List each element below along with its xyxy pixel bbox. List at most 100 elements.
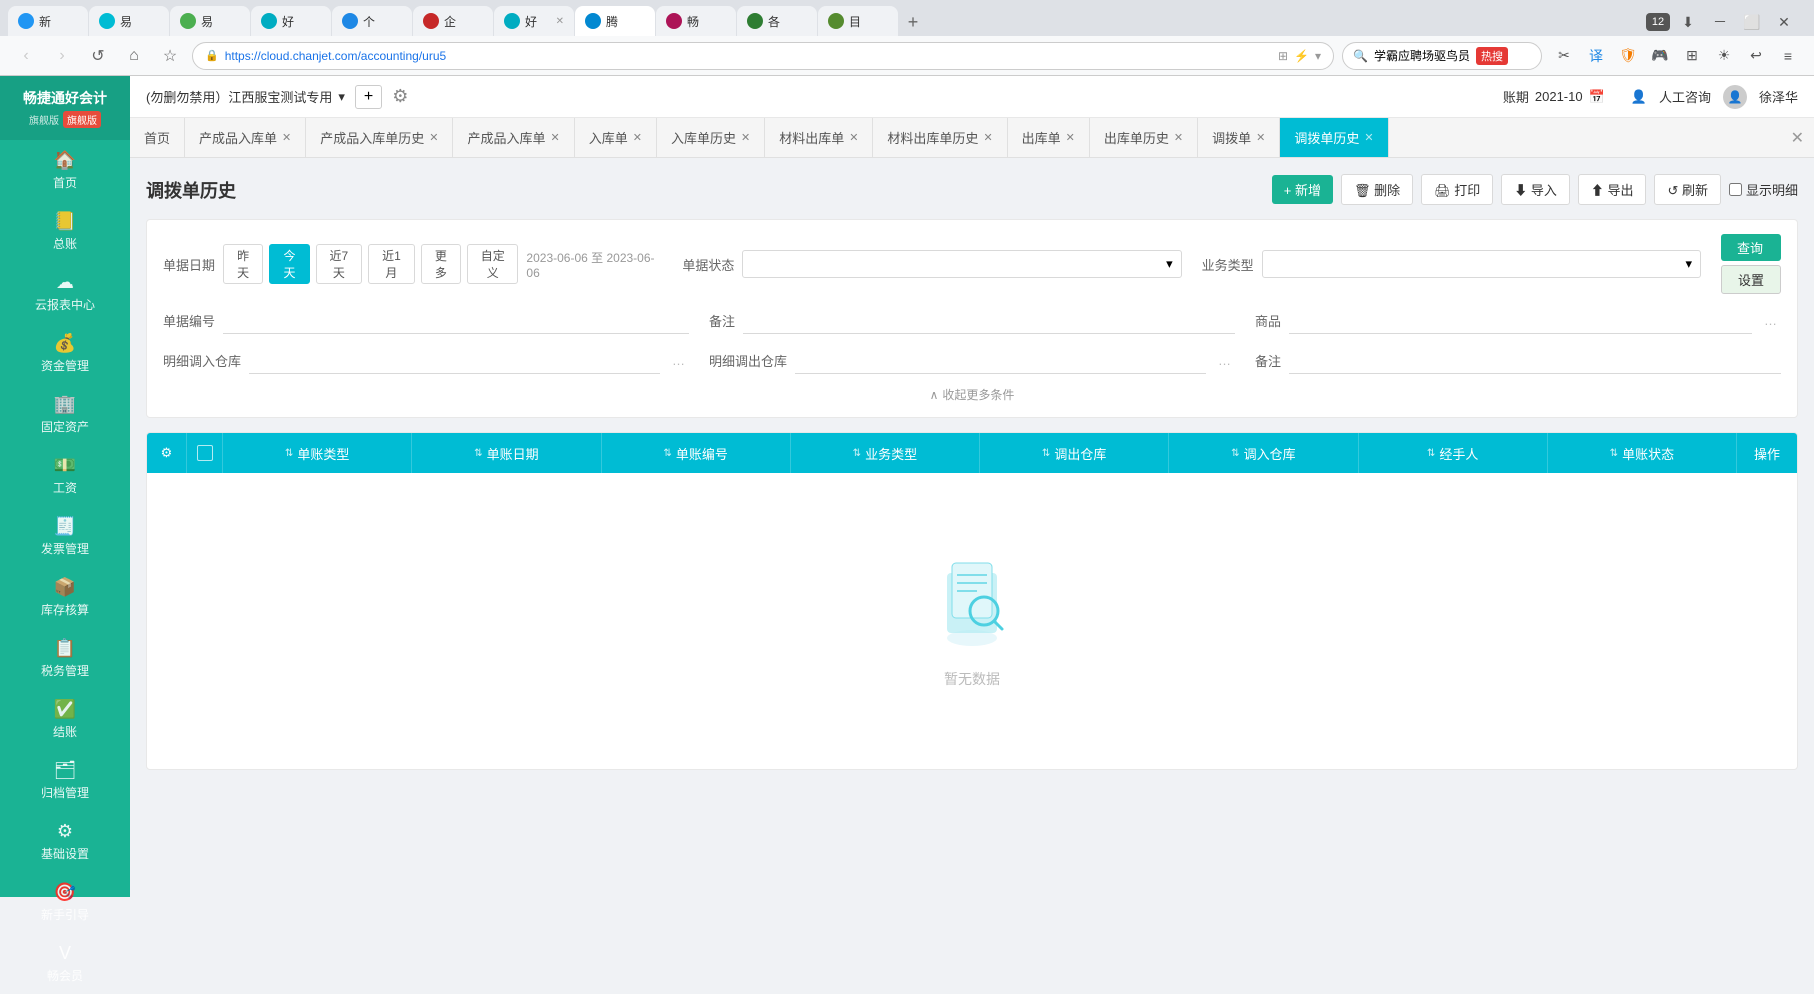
date-btn-7days[interactable]: 近7天 <box>316 244 363 284</box>
browser-tab-2[interactable]: 易 <box>89 6 169 36</box>
sidebar-item-inventory[interactable]: 📦 库存核算 <box>0 567 130 628</box>
browser-tab-9[interactable]: 畅 <box>656 6 736 36</box>
settings-filter-button[interactable]: 设置 <box>1721 265 1781 294</box>
date-btn-today[interactable]: 今天 <box>269 244 309 284</box>
th-date[interactable]: ⇅ 单账日期 <box>412 433 601 473</box>
browser-tab-10[interactable]: 各 <box>737 6 817 36</box>
doc-tab-3-close[interactable]: ✕ <box>551 131 560 144</box>
th-biz[interactable]: ⇅ 业务类型 <box>791 433 980 473</box>
docnum-input[interactable] <box>223 306 689 334</box>
calendar-icon[interactable]: 📅 <box>1589 89 1605 105</box>
browser-tab-1[interactable]: 新 <box>8 6 88 36</box>
goods-input[interactable] <box>1289 306 1752 334</box>
consultant-label[interactable]: 人工咨询 <box>1659 87 1711 106</box>
browser-tab-11[interactable]: 目 <box>818 6 898 36</box>
doc-tab-4[interactable]: 入库单 ✕ <box>575 118 657 158</box>
new-tab-button[interactable]: + <box>899 8 927 36</box>
doc-tab-5[interactable]: 入库单历史 ✕ <box>657 118 765 158</box>
delete-button[interactable]: 🗑 删除 <box>1341 174 1413 205</box>
doc-tab-2[interactable]: 产成品入库单历史 ✕ <box>306 118 453 158</box>
browser-tab-8[interactable]: 腾 <box>575 6 655 36</box>
th-in[interactable]: ⇅ 调入仓库 <box>1169 433 1358 473</box>
maximize-icon[interactable]: ⬜ <box>1738 8 1766 36</box>
back-button[interactable]: ‹ <box>12 42 40 70</box>
extension-icon-2[interactable]: 🎮 <box>1646 42 1674 70</box>
extension-icon-1[interactable]: 🛡 <box>1614 42 1642 70</box>
doc-tab-10[interactable]: 调拨单 ✕ <box>1198 118 1280 158</box>
doc-tab-8-close[interactable]: ✕ <box>1066 131 1075 144</box>
doc-tab-3[interactable]: 产成品入库单 ✕ <box>453 118 574 158</box>
sidebar-item-basic[interactable]: ⚙ 基础设置 <box>0 811 130 872</box>
th-out[interactable]: ⇅ 调出仓库 <box>980 433 1169 473</box>
doc-tab-1-close[interactable]: ✕ <box>282 131 291 144</box>
new-button[interactable]: + 新增 <box>1272 175 1333 204</box>
doc-tab-9-close[interactable]: ✕ <box>1174 131 1183 144</box>
date-btn-1month[interactable]: 近1月 <box>368 244 415 284</box>
sidebar-item-fund[interactable]: 💰 资金管理 <box>0 323 130 384</box>
doc-tab-5-close[interactable]: ✕ <box>741 131 750 144</box>
refresh-button[interactable]: ↺ 刷新 <box>1654 174 1721 205</box>
th-gear[interactable]: ⚙ <box>147 433 187 473</box>
doc-tab-7[interactable]: 材料出库单历史 ✕ <box>873 118 1007 158</box>
goods-dots-button[interactable]: … <box>1760 313 1781 328</box>
menu-icon[interactable]: ≡ <box>1774 42 1802 70</box>
doc-tab-home[interactable]: 首页 <box>130 118 185 158</box>
apps-icon[interactable]: ⊞ <box>1678 42 1706 70</box>
sidebar-item-ledger[interactable]: 📒 总账 <box>0 201 130 262</box>
th-type[interactable]: ⇅ 单账类型 <box>223 433 412 473</box>
sidebar-item-wage[interactable]: 💵 工资 <box>0 445 130 506</box>
sidebar-item-archive[interactable]: 🗂 归档管理 <box>0 750 130 811</box>
doc-tab-10-close[interactable]: ✕ <box>1256 131 1265 144</box>
url-bar[interactable]: 🔒 https://cloud.chanjet.com/accounting/u… <box>192 42 1334 70</box>
doc-tab-6[interactable]: 材料出库单 ✕ <box>765 118 873 158</box>
date-btn-more[interactable]: 更多 <box>421 244 461 284</box>
collapse-button[interactable]: ∧ 收起更多条件 <box>163 386 1781 403</box>
th-check[interactable] <box>187 433 223 473</box>
doc-tabs-close-button[interactable]: ✕ <box>1781 128 1814 148</box>
print-button[interactable]: 🖨 打印 <box>1421 174 1493 205</box>
browser-tab-3[interactable]: 易 <box>170 6 250 36</box>
browser-tab-4[interactable]: 好 <box>251 6 331 36</box>
remark-input[interactable] <box>743 306 1235 334</box>
translate-icon[interactable]: 译 <box>1582 42 1610 70</box>
doc-tab-8[interactable]: 出库单 ✕ <box>1008 118 1090 158</box>
company-selector[interactable]: (勿删勿禁用）江西服宝测试专用 ▾ <box>146 87 345 106</box>
scissors-icon[interactable]: ✂ <box>1550 42 1578 70</box>
out-warehouse-dots-button[interactable]: … <box>1214 353 1235 368</box>
th-status[interactable]: ⇅ 单账状态 <box>1548 433 1737 473</box>
date-btn-custom[interactable]: 自定义 <box>467 244 518 284</box>
import-button[interactable]: ⬇ 导入 <box>1501 174 1570 205</box>
browser-tab-6[interactable]: 企 <box>413 6 493 36</box>
reload-button[interactable]: ↺ <box>84 42 112 70</box>
sidebar-item-member[interactable]: V 畅会员 <box>0 933 130 994</box>
doc-tab-9[interactable]: 出库单历史 ✕ <box>1090 118 1198 158</box>
home-button[interactable]: ⌂ <box>120 42 148 70</box>
browser-tab-5[interactable]: 个 <box>332 6 412 36</box>
user-name[interactable]: 徐泽华 <box>1759 87 1798 106</box>
doc-tab-11-close[interactable]: ✕ <box>1364 131 1373 144</box>
undo-icon[interactable]: ↩ <box>1742 42 1770 70</box>
sidebar-item-guide[interactable]: 🎯 新手引导 <box>0 872 130 933</box>
brightness-icon[interactable]: ☀ <box>1710 42 1738 70</box>
show-cols-checkbox[interactable] <box>1729 183 1742 196</box>
doc-tab-4-close[interactable]: ✕ <box>633 131 642 144</box>
sidebar-item-home[interactable]: 🏠 首页 <box>0 140 130 201</box>
search-bar[interactable]: 🔍 学霸应聘场驱鸟员 热搜 <box>1342 42 1542 70</box>
sidebar-item-tax[interactable]: 📋 税务管理 <box>0 628 130 689</box>
th-person[interactable]: ⇅ 经手人 <box>1359 433 1548 473</box>
sidebar-item-report[interactable]: ☁ 云报表中心 <box>0 262 130 323</box>
in-warehouse-input[interactable] <box>249 346 660 374</box>
downloads-icon[interactable]: ⬇ <box>1674 8 1702 36</box>
doc-tab-2-close[interactable]: ✕ <box>429 131 438 144</box>
close-icon[interactable]: ✕ <box>1770 8 1798 36</box>
status-select[interactable]: ▾ <box>742 250 1181 278</box>
doc-tab-6-close[interactable]: ✕ <box>849 131 858 144</box>
date-btn-yesterday[interactable]: 昨天 <box>223 244 263 284</box>
bookmark-button[interactable]: ☆ <box>156 42 184 70</box>
doc-tab-7-close[interactable]: ✕ <box>983 131 992 144</box>
settings-gear-icon[interactable]: ⚙ <box>392 86 408 107</box>
remark2-input[interactable] <box>1289 346 1781 374</box>
sidebar-item-asset[interactable]: 🏢 固定资产 <box>0 384 130 445</box>
doc-tab-11[interactable]: 调拨单历史 ✕ <box>1280 118 1388 158</box>
query-button[interactable]: 查询 <box>1721 234 1781 261</box>
